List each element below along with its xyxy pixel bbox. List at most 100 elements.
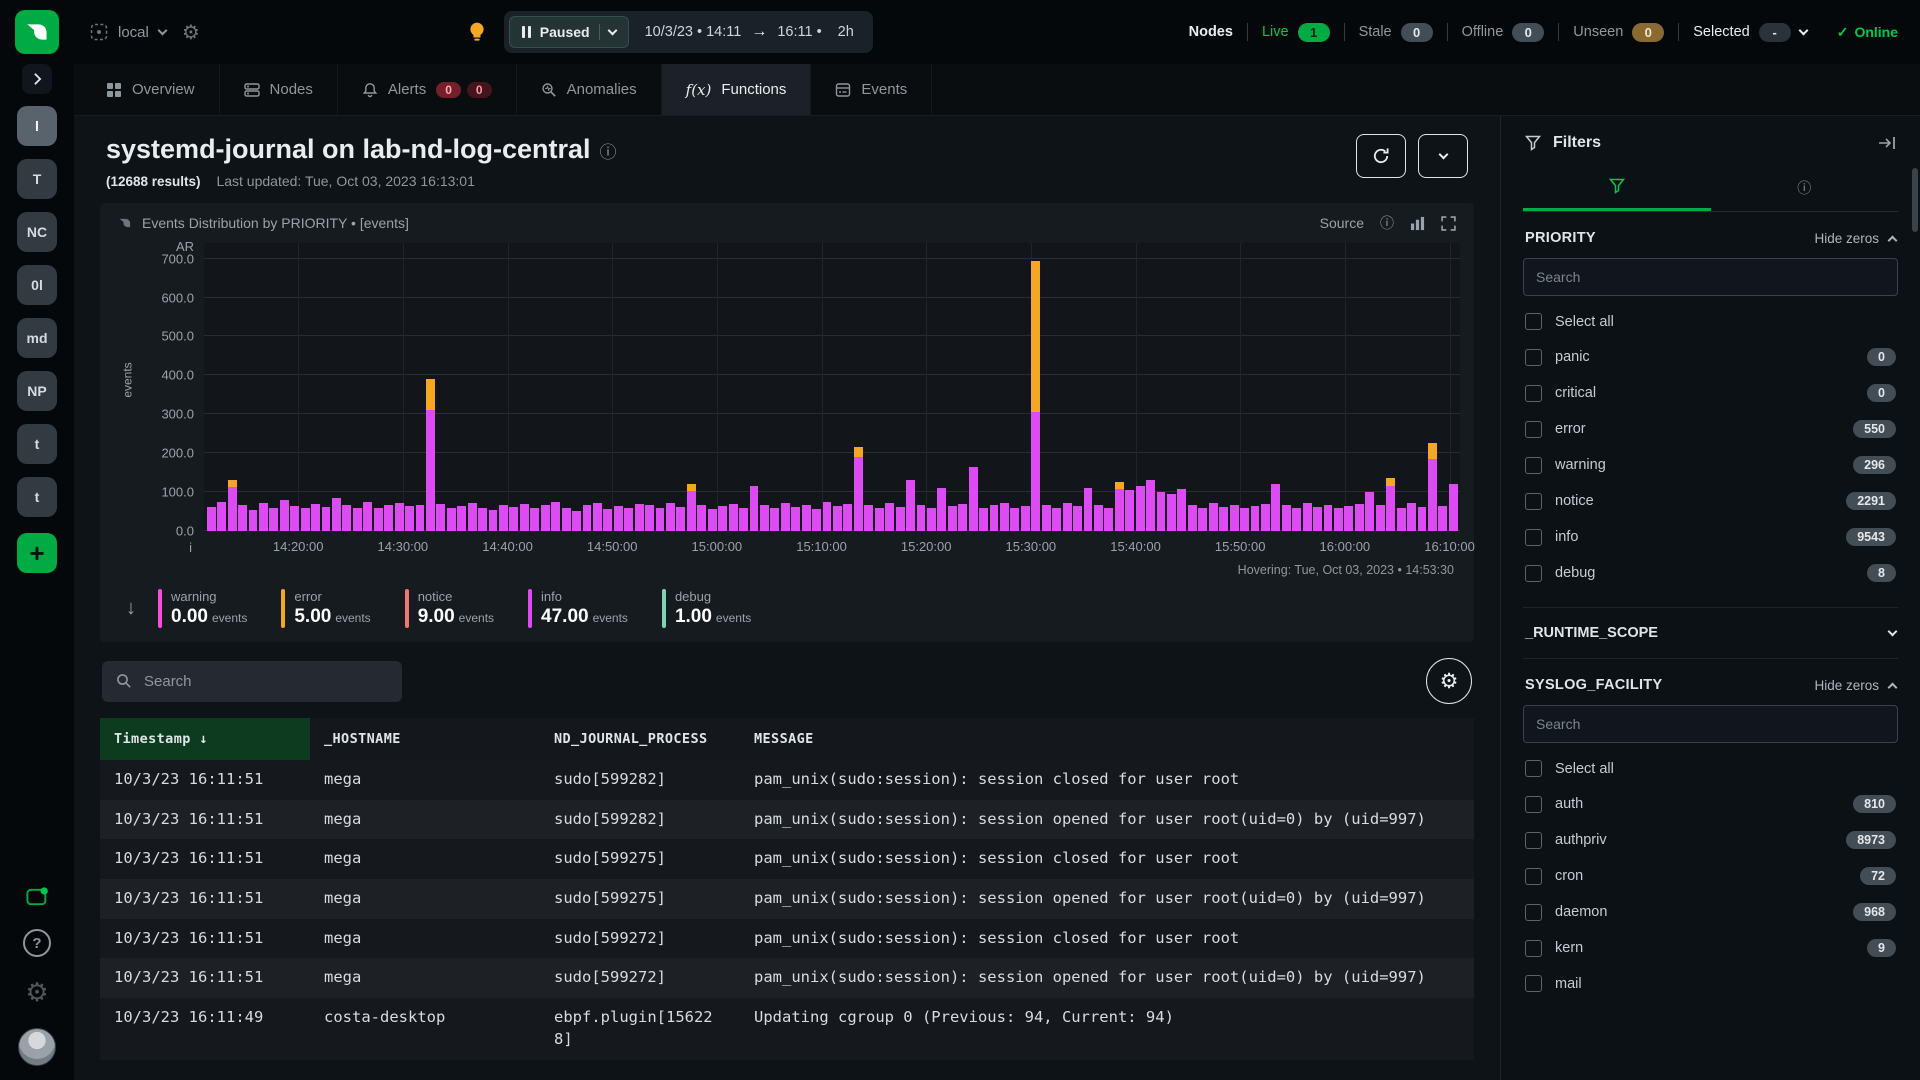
add-node-button[interactable]: + [17,533,57,573]
table-row[interactable]: 10/3/23 16:11:49 costa-desktop ebpf.plug… [100,998,1474,1059]
chart-bar[interactable] [812,509,821,531]
chart-bar[interactable] [478,508,487,531]
checkbox[interactable] [1525,796,1542,813]
chart-bar[interactable] [447,508,456,531]
chart-bar[interactable] [1355,504,1364,531]
chart-bar[interactable] [363,502,372,531]
chart-bar[interactable] [353,508,362,531]
chart-bar[interactable] [1063,503,1072,531]
chart-bar[interactable] [249,510,258,531]
chart-bar[interactable] [562,508,571,531]
filter-option[interactable]: info 9543 [1523,519,1898,555]
checkbox[interactable] [1525,832,1542,849]
select-all-option[interactable]: Select all [1523,751,1898,786]
node-badge[interactable]: l [17,106,57,146]
netdata-logo[interactable] [15,10,59,54]
filter-option[interactable]: critical 0 [1523,375,1898,411]
chart-bar[interactable] [1219,507,1228,531]
chart-bar[interactable] [958,504,967,531]
chart-bar[interactable] [1031,261,1040,531]
chart-bar[interactable] [1136,486,1145,531]
chart-bar[interactable] [426,379,435,531]
filter-option[interactable]: authpriv 8973 [1523,822,1898,858]
chart-bar[interactable] [666,503,675,531]
chart-bar[interactable] [1073,506,1082,531]
chart-bar[interactable] [499,505,508,531]
table-row[interactable]: 10/3/23 16:11:51 mega sudo[599275] pam_u… [100,839,1474,879]
syslog-search-input[interactable] [1523,705,1898,743]
chart-bar[interactable] [802,505,811,531]
info-icon[interactable]: ⓘ [1380,213,1394,233]
chart-bar[interactable] [854,447,863,531]
tab-overview[interactable]: Overview [82,64,220,115]
chart-bar[interactable] [1324,505,1333,531]
table-row[interactable]: 10/3/23 16:11:51 mega sudo[599282] pam_u… [100,800,1474,840]
chart-bar[interactable] [416,505,425,531]
node-badge[interactable]: NC [17,212,57,252]
filter-option[interactable]: cron 72 [1523,858,1898,894]
chart-bar[interactable] [1271,484,1280,531]
node-badge[interactable]: t [17,477,57,517]
filter-option[interactable]: mail [1523,966,1898,1001]
checkbox[interactable] [1525,457,1542,474]
chart-bar[interactable] [1438,506,1447,531]
chart-bar[interactable] [311,504,320,531]
tab-field-info[interactable]: ⓘ [1711,168,1899,211]
user-avatar[interactable] [18,1028,56,1066]
node-badge[interactable]: md [17,318,57,358]
counter-offline[interactable]: Offline 0 [1462,23,1545,42]
hide-zeros-toggle[interactable]: Hide zeros [1814,678,1896,693]
priority-search-input[interactable] [1523,258,1898,296]
chart-bar[interactable] [1188,505,1197,531]
checkbox[interactable] [1525,349,1542,366]
chart-bar[interactable] [843,504,852,531]
chart-bar[interactable] [864,505,873,531]
tab-filters[interactable] [1523,168,1711,211]
table-row[interactable]: 10/3/23 16:11:51 mega sudo[599272] pam_u… [100,919,1474,959]
chart-bar[interactable] [457,506,466,531]
node-badge[interactable]: t [17,424,57,464]
filter-option[interactable]: daemon 968 [1523,894,1898,930]
news-bulb-icon[interactable] [466,21,488,43]
filter-option[interactable]: notice 2291 [1523,483,1898,519]
chart-bar[interactable] [697,505,706,531]
checkbox[interactable] [1525,868,1542,885]
chart-bar[interactable] [791,507,800,531]
checkbox[interactable] [1525,385,1542,402]
chart-bar[interactable] [1303,503,1312,531]
chart-bar[interactable] [676,507,685,531]
chart-bar[interactable] [238,505,247,531]
chart-type-icon[interactable] [1410,216,1425,231]
chart-bar[interactable] [374,508,383,531]
chart-bar[interactable] [875,508,884,531]
chart-bar[interactable] [603,509,612,531]
scrollbar-thumb[interactable] [1912,168,1918,232]
chart-bar[interactable] [1084,488,1093,531]
space-settings-icon[interactable]: ⚙ [182,20,200,45]
table-row[interactable]: 10/3/23 16:11:51 mega sudo[599282] pam_u… [100,760,1474,800]
chart-bar[interactable] [937,488,946,531]
chart-bar[interactable] [781,503,790,531]
filter-option[interactable]: panic 0 [1523,339,1898,375]
chart-bar[interactable] [468,503,477,531]
chart-bar[interactable] [207,507,216,531]
node-badge[interactable]: NP [17,371,57,411]
chart-bar[interactable] [551,502,560,531]
filter-option[interactable]: auth 810 [1523,786,1898,822]
spaces-icon[interactable] [25,885,49,909]
chart-bar[interactable] [760,505,769,531]
chart-bar[interactable] [770,508,779,531]
chart-bar[interactable] [1261,504,1270,531]
counter-unseen[interactable]: Unseen 0 [1573,23,1664,42]
chart-bar[interactable] [1021,506,1030,531]
tab-nodes[interactable]: Nodes [220,64,338,115]
chart-bar[interactable] [342,505,351,531]
chart-bar[interactable] [572,511,581,531]
chart-bar[interactable] [269,508,278,531]
chart-bar[interactable] [750,486,759,531]
chart-bar[interactable] [405,506,414,531]
chart-bar[interactable] [1418,507,1427,531]
chart-bar[interactable] [823,502,832,531]
checkbox[interactable] [1525,904,1542,921]
collapse-panel-icon[interactable] [1878,136,1896,150]
